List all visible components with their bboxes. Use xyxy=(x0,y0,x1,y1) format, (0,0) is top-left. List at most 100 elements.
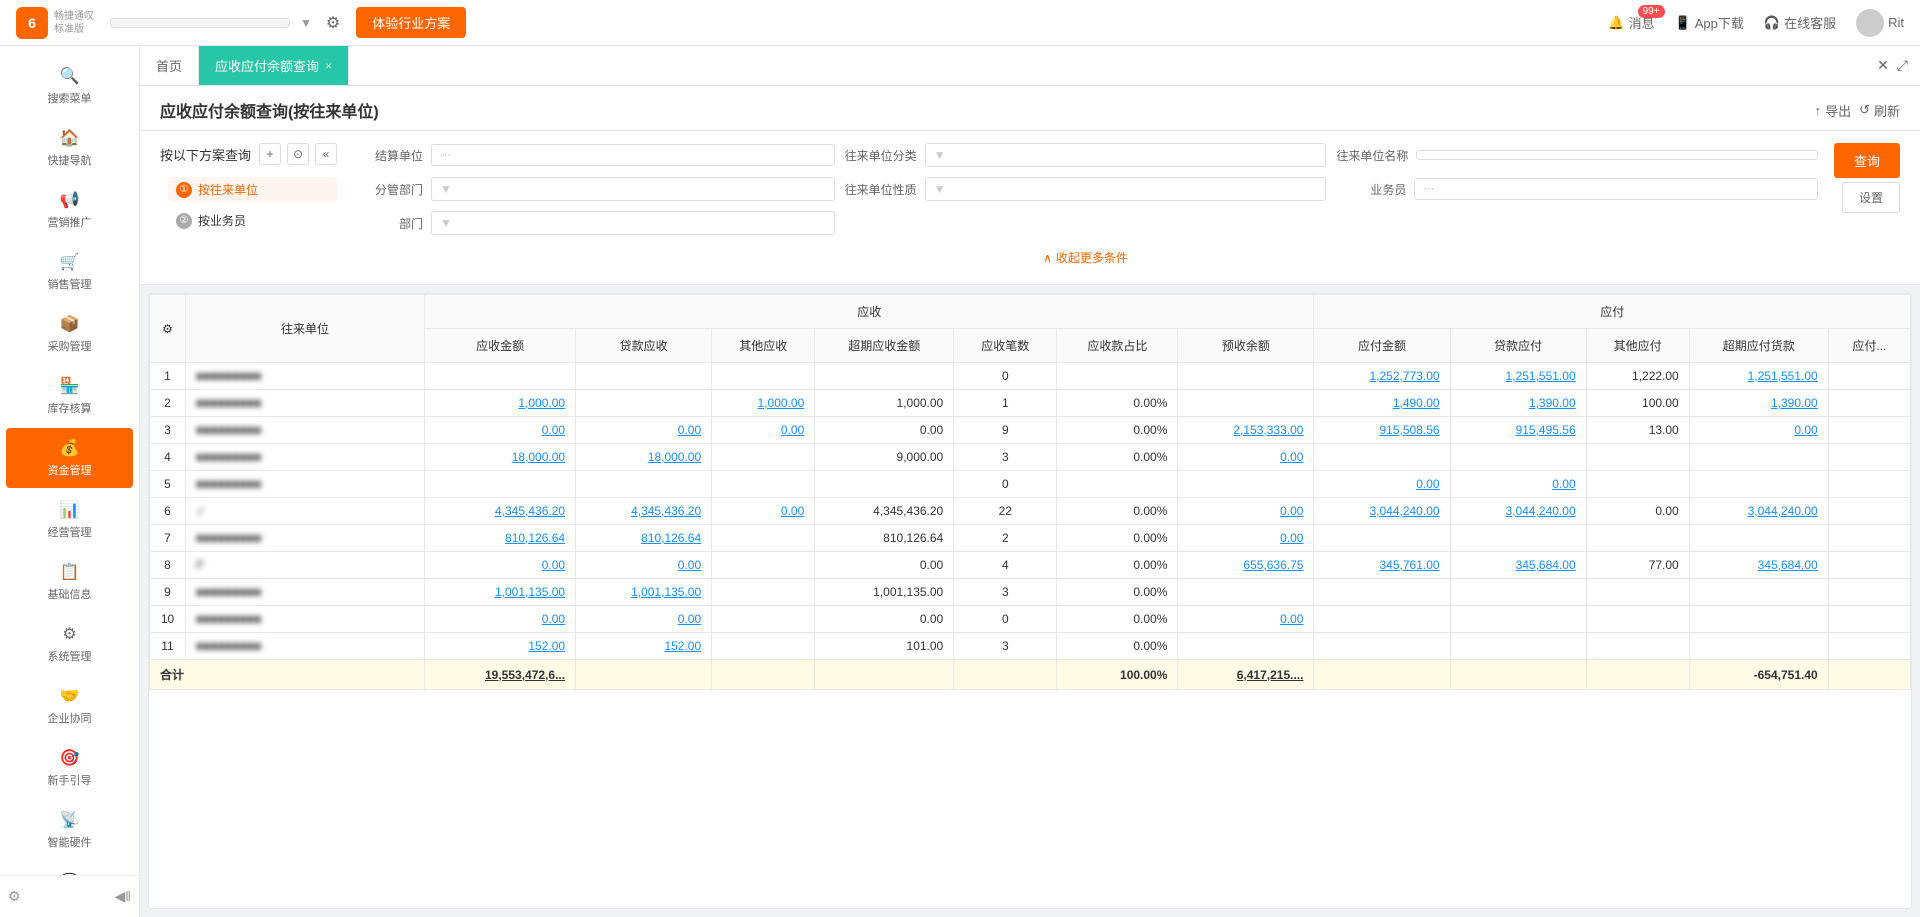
tab-active[interactable]: 应收应付余额查询 × xyxy=(199,46,349,85)
notification-link[interactable]: 🔔 消息 99+ xyxy=(1608,13,1654,32)
table-row: 5■■■■■■■■■00.000.00 xyxy=(150,471,1911,498)
table-row: 8P0.000.000.0040.00%655,636.75345,761.00… xyxy=(150,552,1911,579)
sidebar-item-purchase[interactable]: 📦 采购管理 xyxy=(6,304,133,364)
sidebar-item-enterprise-collab[interactable]: 🤝 企业协同 xyxy=(6,676,133,736)
filter-option-partner[interactable]: ① 按往来单位 xyxy=(168,177,337,202)
summary-loan-payable xyxy=(1450,660,1586,690)
finance-icon: 💰 xyxy=(60,438,80,458)
user-avatar-area[interactable]: Rit xyxy=(1856,9,1904,37)
sidebar-item-base-info[interactable]: 📋 基础信息 xyxy=(6,552,133,612)
online-service-link[interactable]: 🎧 在线客服 xyxy=(1764,13,1836,32)
purchase-icon: 📦 xyxy=(60,314,80,334)
tab-close-icon[interactable]: × xyxy=(325,59,332,73)
partner-name-label: 往来单位名称 xyxy=(1336,147,1408,164)
table-header-row-1: ⚙ 往来单位 应收 应付 xyxy=(150,295,1911,329)
collapse-icon: ∧ xyxy=(1043,251,1052,265)
sidebar-label-purchase: 采购管理 xyxy=(48,338,92,354)
sidebar-item-business[interactable]: 📊 经营管理 xyxy=(6,490,133,550)
table-row: 7■■■■■■■■■810,126.64810,126.64810,126.64… xyxy=(150,525,1911,552)
sidebar-label-marketing: 营销推广 xyxy=(48,214,92,230)
sidebar-item-enterprise-wechat[interactable]: 💬 企业微信 xyxy=(6,862,133,875)
tab-home-label: 首页 xyxy=(156,56,182,75)
sidebar-label-quick: 快捷导航 xyxy=(48,152,92,168)
filter-option-salesperson[interactable]: ② 按业务员 xyxy=(168,208,337,233)
settlement-unit-label: 结算单位 xyxy=(353,147,423,164)
table-row: 4■■■■■■■■■18,000.0018,000.009,000.0030.0… xyxy=(150,444,1911,471)
sidebar-item-smart-device[interactable]: 📡 智能硬件 xyxy=(6,800,133,860)
table-row: 2■■■■■■■■■1,000.001,000.001,000.0010.00%… xyxy=(150,390,1911,417)
table-body: 1■■■■■■■■■01,252,773.001,251,551.001,222… xyxy=(150,363,1911,660)
sidebar-label-inventory: 库存核算 xyxy=(48,400,92,416)
filter-collapse-btn[interactable]: « xyxy=(315,143,337,165)
app-download-label: App下载 xyxy=(1695,13,1744,32)
sidebar-item-quick-nav[interactable]: 🏠 快捷导航 xyxy=(6,118,133,178)
tab-home[interactable]: 首页 xyxy=(140,46,199,85)
address-bar xyxy=(110,18,290,28)
top-bar-left: 6 畅捷通叹标准版 ▼ ⚙ 体验行业方案 xyxy=(16,7,466,39)
sidebar-item-sales[interactable]: 🛒 销售管理 xyxy=(6,242,133,302)
app-download-link[interactable]: 📱 App下载 xyxy=(1675,13,1744,32)
department-chevron: ▼ xyxy=(440,216,452,230)
salesperson-option-label: 按业务员 xyxy=(198,212,246,229)
sidebar-item-system[interactable]: ⚙ 系统管理 xyxy=(6,614,133,674)
loan-payable-header: 贷款应付 xyxy=(1450,329,1586,363)
filter-row-department: 部门 ▼ xyxy=(353,211,835,235)
dept-input[interactable]: ▼ xyxy=(431,177,835,201)
sales-icon: 🛒 xyxy=(60,252,80,272)
chevron-down-icon[interactable]: ▼ xyxy=(300,16,312,30)
logo-icon: 6 xyxy=(16,7,48,39)
filter-settings-btn[interactable]: ⊙ xyxy=(287,143,309,165)
sidebar-item-inventory[interactable]: 🏪 库存核算 xyxy=(6,366,133,426)
sidebar-item-finance[interactable]: 💰 资金管理 xyxy=(6,428,133,488)
partner-name-input[interactable] xyxy=(1416,150,1818,160)
page-actions: ↑ 导出 ↺ 刷新 xyxy=(1815,101,1900,120)
salesperson-input[interactable]: ··· xyxy=(1414,178,1818,200)
sidebar-item-search-menu[interactable]: 🔍 搜索菜单 xyxy=(6,56,133,116)
partner-category-input[interactable]: ▼ xyxy=(925,143,1327,167)
department-input[interactable]: ▼ xyxy=(431,211,835,235)
settings-col-header[interactable]: ⚙ xyxy=(150,295,186,363)
window-close-icon[interactable]: ✕ xyxy=(1877,57,1889,74)
system-icon: ⚙ xyxy=(62,624,76,644)
settlement-unit-input[interactable]: ··· xyxy=(431,144,835,166)
sidebar-footer: ⚙ ◀‖ xyxy=(0,875,139,917)
sidebar-item-marketing[interactable]: 📢 营销推广 xyxy=(6,180,133,240)
partner-option-icon: ① xyxy=(176,182,192,198)
partner-nature-input[interactable]: ▼ xyxy=(925,177,1327,201)
filter-action-buttons: + ⊙ « xyxy=(259,143,337,165)
sidebar-label-sales: 销售管理 xyxy=(48,276,92,292)
salesperson-label: 业务员 xyxy=(1336,181,1406,198)
query-button[interactable]: 查询 xyxy=(1834,143,1900,178)
table-settings-icon[interactable]: ⚙ xyxy=(162,322,173,336)
filter-add-btn[interactable]: + xyxy=(259,143,281,165)
export-label: 导出 xyxy=(1825,101,1851,120)
sidebar-label-system: 系统管理 xyxy=(48,648,92,664)
receivable-count-header: 应收笔数 xyxy=(954,329,1057,363)
overdue-payable-header: 超期应付货款 xyxy=(1689,329,1828,363)
filter-row-partner-nature: 往来单位性质 ▼ xyxy=(845,177,1327,201)
data-table: ⚙ 往来单位 应收 应付 应收金额 贷款应收 其他应收 超期应收金额 应收笔数 xyxy=(149,294,1911,690)
summary-overdue-receivable xyxy=(815,660,954,690)
gear-icon[interactable]: ⚙ xyxy=(326,13,340,33)
sidebar-collapse-icon[interactable]: ◀‖ xyxy=(114,888,131,905)
refresh-icon: ↺ xyxy=(1859,102,1870,118)
enterprise-collab-icon: 🤝 xyxy=(60,686,80,706)
sidebar-settings-icon[interactable]: ⚙ xyxy=(8,888,21,905)
collapse-more-btn[interactable]: ∧ 收起更多条件 xyxy=(353,243,1818,272)
smart-device-icon: 📡 xyxy=(60,810,80,830)
summary-receivable-amount[interactable]: 19,553,472,6... xyxy=(425,660,576,690)
sidebar-item-beginner[interactable]: 🎯 新手引导 xyxy=(6,738,133,798)
sidebar-nav: 🔍 搜索菜单 🏠 快捷导航 📢 营销推广 🛒 销售管理 📦 采购管理 🏪 xyxy=(0,46,139,875)
refresh-button[interactable]: ↺ 刷新 xyxy=(1859,101,1900,120)
promo-button[interactable]: 体验行业方案 xyxy=(356,7,466,38)
settings-button[interactable]: 设置 xyxy=(1842,182,1900,213)
table-row: 10■■■■■■■■■0.000.000.0000.00%0.00 xyxy=(150,606,1911,633)
sidebar-label-finance: 资金管理 xyxy=(48,462,92,478)
filter-right-buttons: 查询 设置 xyxy=(1834,143,1900,213)
summary-prepaid[interactable]: 6,417,215.... xyxy=(1178,660,1314,690)
filter-row-partner-cat: 往来单位分类 ▼ xyxy=(845,143,1327,167)
sidebar-label-search: 搜索菜单 xyxy=(48,90,92,106)
export-button[interactable]: ↑ 导出 xyxy=(1815,101,1852,120)
sidebar: 🔍 搜索菜单 🏠 快捷导航 📢 营销推广 🛒 销售管理 📦 采购管理 🏪 xyxy=(0,46,140,917)
window-expand-icon[interactable]: ⤢ xyxy=(1897,57,1908,74)
